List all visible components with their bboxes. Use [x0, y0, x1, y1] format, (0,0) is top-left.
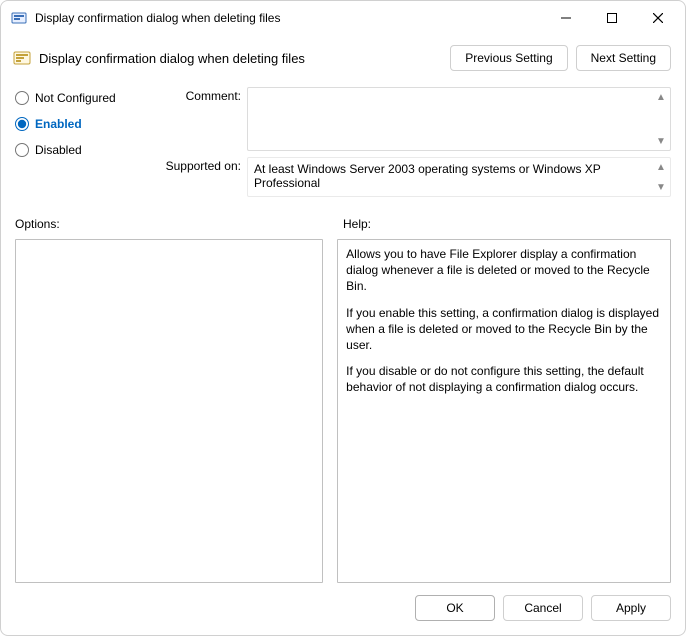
radio-disabled-input[interactable] [15, 143, 29, 157]
scroll-up-icon[interactable]: ▲ [654, 90, 668, 104]
help-panel[interactable]: Allows you to have File Explorer display… [337, 239, 671, 583]
radio-not-configured-label: Not Configured [35, 91, 116, 105]
options-heading: Options: [15, 217, 60, 231]
radio-not-configured[interactable]: Not Configured [15, 91, 155, 105]
radio-enabled-input[interactable] [15, 117, 29, 131]
comment-textarea[interactable]: ▲ ▼ [247, 87, 671, 151]
radio-disabled[interactable]: Disabled [15, 143, 155, 157]
help-paragraph: If you enable this setting, a confirmati… [346, 305, 662, 354]
footer: OK Cancel Apply [1, 583, 685, 635]
panels: Allows you to have File Explorer display… [1, 235, 685, 583]
page-title: Display confirmation dialog when deletin… [39, 51, 442, 66]
scroll-down-icon[interactable]: ▼ [654, 134, 668, 148]
cancel-button[interactable]: Cancel [503, 595, 583, 621]
panels-headings: Options: Help: [1, 207, 685, 235]
app-icon [11, 10, 27, 26]
window-controls [543, 3, 681, 33]
supported-on-label: Supported on: [161, 157, 241, 173]
close-button[interactable] [635, 3, 681, 33]
scroll-up-icon[interactable]: ▲ [654, 160, 668, 174]
ok-button[interactable]: OK [415, 595, 495, 621]
maximize-button[interactable] [589, 3, 635, 33]
radio-disabled-label: Disabled [35, 143, 82, 157]
scroll-down-icon[interactable]: ▼ [654, 180, 668, 194]
comment-label: Comment: [161, 87, 241, 103]
policy-icon [13, 49, 31, 67]
radio-enabled-label: Enabled [35, 117, 82, 131]
help-paragraph: Allows you to have File Explorer display… [346, 246, 662, 295]
header-row: Display confirmation dialog when deletin… [1, 35, 685, 81]
state-radio-group: Not Configured Enabled Disabled [15, 87, 155, 157]
titlebar: Display confirmation dialog when deletin… [1, 1, 685, 35]
previous-setting-button[interactable]: Previous Setting [450, 45, 567, 71]
supported-on-box: At least Windows Server 2003 operating s… [247, 157, 671, 197]
settings-section: Not Configured Enabled Disabled Comment:… [1, 81, 685, 207]
options-panel[interactable] [15, 239, 323, 583]
help-paragraph: If you disable or do not configure this … [346, 363, 662, 395]
radio-not-configured-input[interactable] [15, 91, 29, 105]
apply-button[interactable]: Apply [591, 595, 671, 621]
radio-enabled[interactable]: Enabled [15, 117, 155, 131]
supported-on-value: At least Windows Server 2003 operating s… [254, 162, 601, 190]
next-setting-button[interactable]: Next Setting [576, 45, 671, 71]
minimize-button[interactable] [543, 3, 589, 33]
window-title: Display confirmation dialog when deletin… [35, 11, 543, 25]
help-heading: Help: [343, 217, 371, 231]
